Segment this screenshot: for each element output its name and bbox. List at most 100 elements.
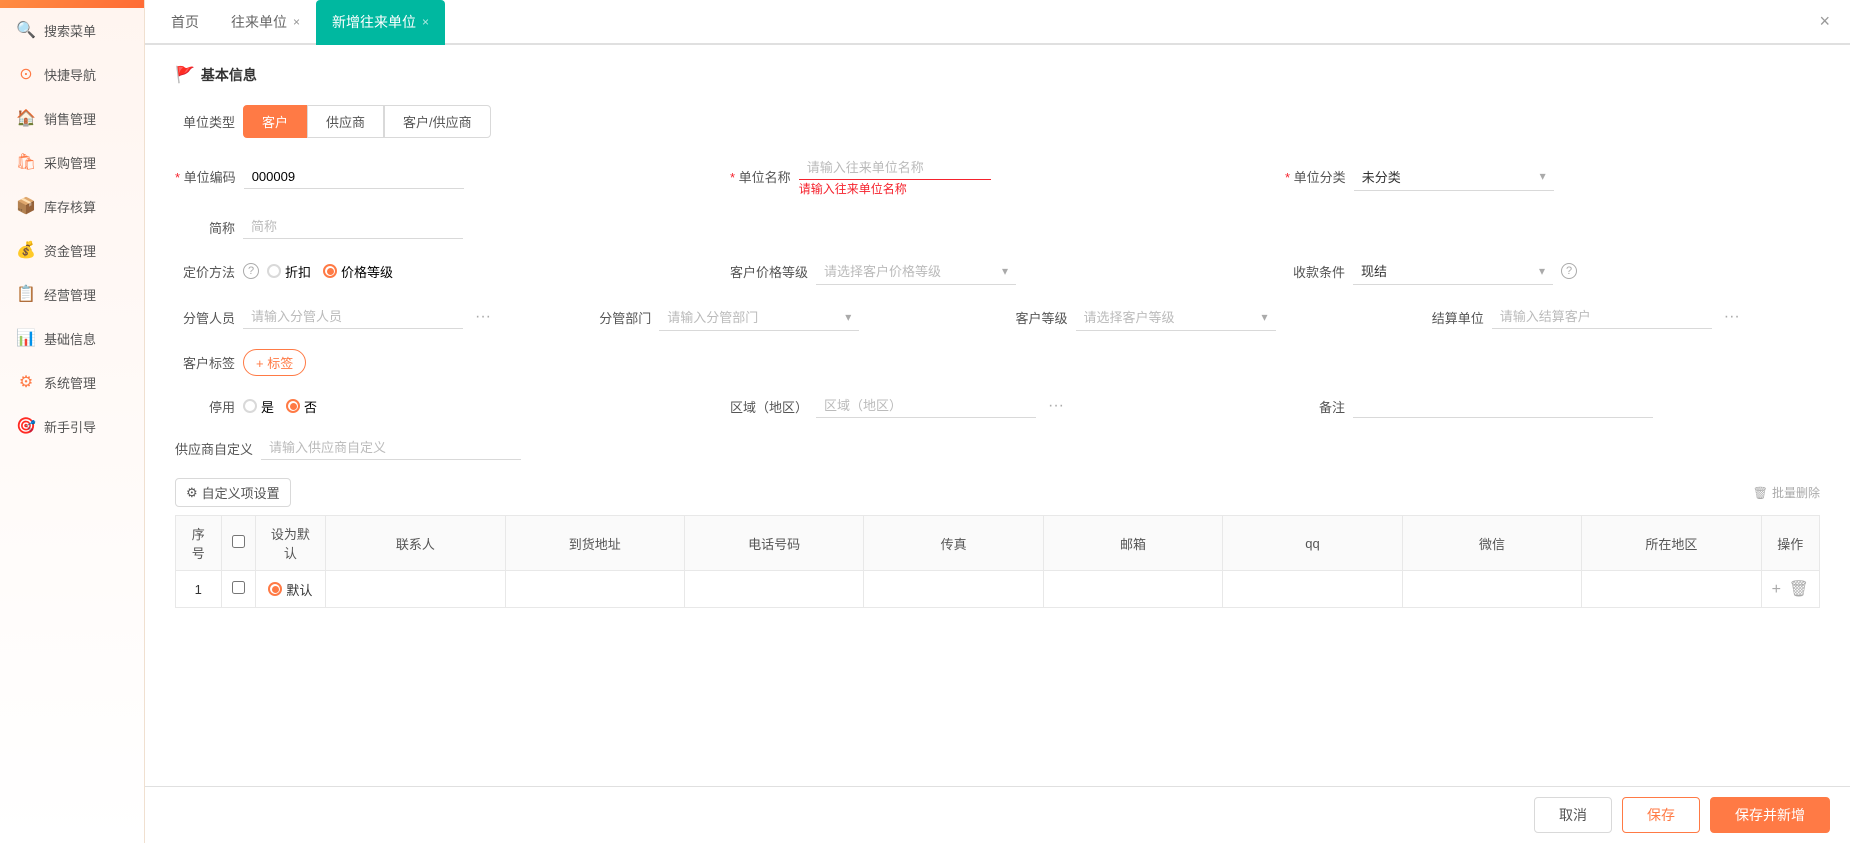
pricing-help-icon[interactable]: ?: [243, 263, 259, 279]
row-region[interactable]: [1582, 571, 1761, 608]
sidebar-item-search[interactable]: 🔍 搜索菜单: [0, 8, 144, 52]
disable-yes-radio[interactable]: [243, 399, 257, 413]
region-more-btn[interactable]: ···: [1044, 397, 1068, 415]
payment-terms-help-icon[interactable]: ?: [1561, 263, 1577, 279]
settlement-more-btn[interactable]: ···: [1720, 308, 1744, 326]
payment-terms-chevron-icon: ▾: [1539, 264, 1545, 278]
department-select[interactable]: 请输入分管部门 ▾: [659, 303, 859, 331]
row-default-radio-item[interactable]: 默认: [266, 580, 316, 599]
tab-new-partner-close[interactable]: ×: [422, 15, 429, 29]
payment-terms-group: 收款条件 现结 ▾ ?: [1285, 257, 1820, 285]
unit-type-customer-btn[interactable]: 客户: [243, 105, 307, 138]
row-qq[interactable]: [1223, 571, 1403, 608]
sidebar-item-label: 新手引导: [44, 417, 96, 436]
batch-delete-button[interactable]: 🗑 批量删除: [1753, 484, 1820, 501]
row-region-input[interactable]: [1592, 582, 1750, 597]
guide-icon: 🎯: [16, 416, 36, 436]
sidebar-item-guide[interactable]: 🎯 新手引导: [0, 404, 144, 448]
gear-icon: ⚙: [186, 485, 198, 501]
pricing-method-group: 定价方法 ? 折扣 价格等级: [175, 262, 710, 281]
sidebar-item-inventory[interactable]: 📦 库存核算: [0, 184, 144, 228]
sidebar-item-system[interactable]: ⚙ 系统管理: [0, 360, 144, 404]
manager-input[interactable]: [243, 305, 463, 329]
row-seq: 1: [176, 571, 222, 608]
row-contact-input[interactable]: [336, 582, 494, 597]
unit-name-input[interactable]: [799, 156, 991, 180]
unit-code-input[interactable]: [244, 165, 464, 189]
row-phone[interactable]: [684, 571, 863, 608]
pricing-discount-radio[interactable]: [267, 264, 281, 278]
row-fax[interactable]: [864, 571, 1043, 608]
row-contact[interactable]: [326, 571, 505, 608]
row-phone-input[interactable]: [695, 582, 853, 597]
row-wechat-input[interactable]: [1413, 582, 1571, 597]
disable-radio-group: 是 否: [243, 397, 317, 416]
region-group: 区域（地区） ···: [730, 394, 1265, 418]
basic-info-section: 🚩 基本信息: [175, 65, 1820, 85]
row-email[interactable]: [1043, 571, 1222, 608]
row-default-radio[interactable]: [268, 582, 282, 596]
settlement-input[interactable]: [1492, 305, 1712, 329]
row-email-input[interactable]: [1054, 582, 1212, 597]
pricing-level-label: 价格等级: [341, 262, 393, 281]
col-qq: qq: [1223, 516, 1403, 571]
save-new-button[interactable]: 保存并新增: [1710, 797, 1830, 833]
row-delete-btn[interactable]: 🗑: [1789, 581, 1809, 598]
sidebar-item-label: 经营管理: [44, 285, 96, 304]
settlement-group: 结算单位 ···: [1424, 305, 1820, 329]
sidebar-item-operation[interactable]: 📋 经营管理: [0, 272, 144, 316]
sidebar-item-sales[interactable]: 🏠 销售管理: [0, 96, 144, 140]
disable-no-option[interactable]: 否: [286, 397, 317, 416]
tab-partners-close[interactable]: ×: [293, 15, 300, 29]
sidebar-item-quick-nav[interactable]: ⊙ 快捷导航: [0, 52, 144, 96]
sidebar-item-basic[interactable]: 📊 基础信息: [0, 316, 144, 360]
select-all-checkbox[interactable]: [232, 535, 245, 548]
custom-setting-button[interactable]: ⚙ 自定义项设置: [175, 478, 291, 507]
sidebar-item-finance[interactable]: 💰 资金管理: [0, 228, 144, 272]
abbreviation-input[interactable]: [243, 215, 463, 239]
disable-no-radio[interactable]: [286, 399, 300, 413]
row-add-btn[interactable]: +: [1772, 581, 1781, 598]
operation-icon: 📋: [16, 284, 36, 304]
row-fax-input[interactable]: [874, 582, 1032, 597]
row-wechat[interactable]: [1402, 571, 1581, 608]
abbreviation-group: 简称: [175, 215, 1820, 239]
save-button[interactable]: 保存: [1622, 797, 1700, 833]
manager-more-btn[interactable]: ···: [471, 308, 495, 326]
form-content: 🚩 基本信息 单位类型 客户 供应商 客户/供应商 单位编码 单位名称: [145, 45, 1850, 786]
pricing-level-radio[interactable]: [323, 264, 337, 278]
pricing-level-option[interactable]: 价格等级: [323, 262, 393, 281]
form-footer: 取消 保存 保存并新增: [145, 786, 1850, 843]
remark-input[interactable]: [1353, 394, 1653, 418]
row-qq-input[interactable]: [1233, 582, 1392, 597]
category-chevron-icon: ▾: [1540, 169, 1546, 183]
add-tag-button[interactable]: + 标签: [243, 349, 306, 376]
sidebar-item-purchase[interactable]: 🛍 采购管理: [0, 140, 144, 184]
disable-yes-option[interactable]: 是: [243, 397, 274, 416]
cancel-button[interactable]: 取消: [1534, 797, 1612, 833]
row-address[interactable]: [505, 571, 684, 608]
unit-type-label: 单位类型: [175, 112, 235, 131]
unit-category-select[interactable]: 未分类 ▾: [1354, 163, 1554, 191]
payment-terms-select[interactable]: 现结 ▾: [1353, 257, 1553, 285]
sidebar-item-label: 销售管理: [44, 109, 96, 128]
customer-level-select[interactable]: 请选择客户等级 ▾: [1076, 303, 1276, 331]
region-input[interactable]: [816, 394, 1036, 418]
pricing-discount-option[interactable]: 折扣: [267, 262, 311, 281]
window-close-button[interactable]: ×: [1809, 11, 1840, 32]
customer-price-placeholder: 请选择客户价格等级: [824, 261, 941, 280]
tab-partners[interactable]: 往来单位 ×: [215, 0, 316, 45]
row-ops: + 🗑: [1761, 571, 1819, 608]
payment-terms-value: 现结: [1361, 261, 1387, 280]
customer-price-select[interactable]: 请选择客户价格等级 ▾: [816, 257, 1016, 285]
tab-home[interactable]: 首页: [155, 0, 215, 45]
disable-region-row: 停用 是 否 区域（地区） ··· 备注: [175, 394, 1820, 418]
tab-new-partner[interactable]: 新增往来单位 ×: [316, 0, 445, 45]
unit-type-supplier-btn[interactable]: 供应商: [307, 105, 384, 138]
row-address-input[interactable]: [516, 582, 674, 597]
supplier-custom-input[interactable]: [261, 436, 521, 460]
col-region: 所在地区: [1582, 516, 1761, 571]
unit-type-both-btn[interactable]: 客户/供应商: [384, 105, 491, 138]
customer-level-label: 客户等级: [1008, 308, 1068, 327]
row-checkbox[interactable]: [232, 581, 245, 594]
